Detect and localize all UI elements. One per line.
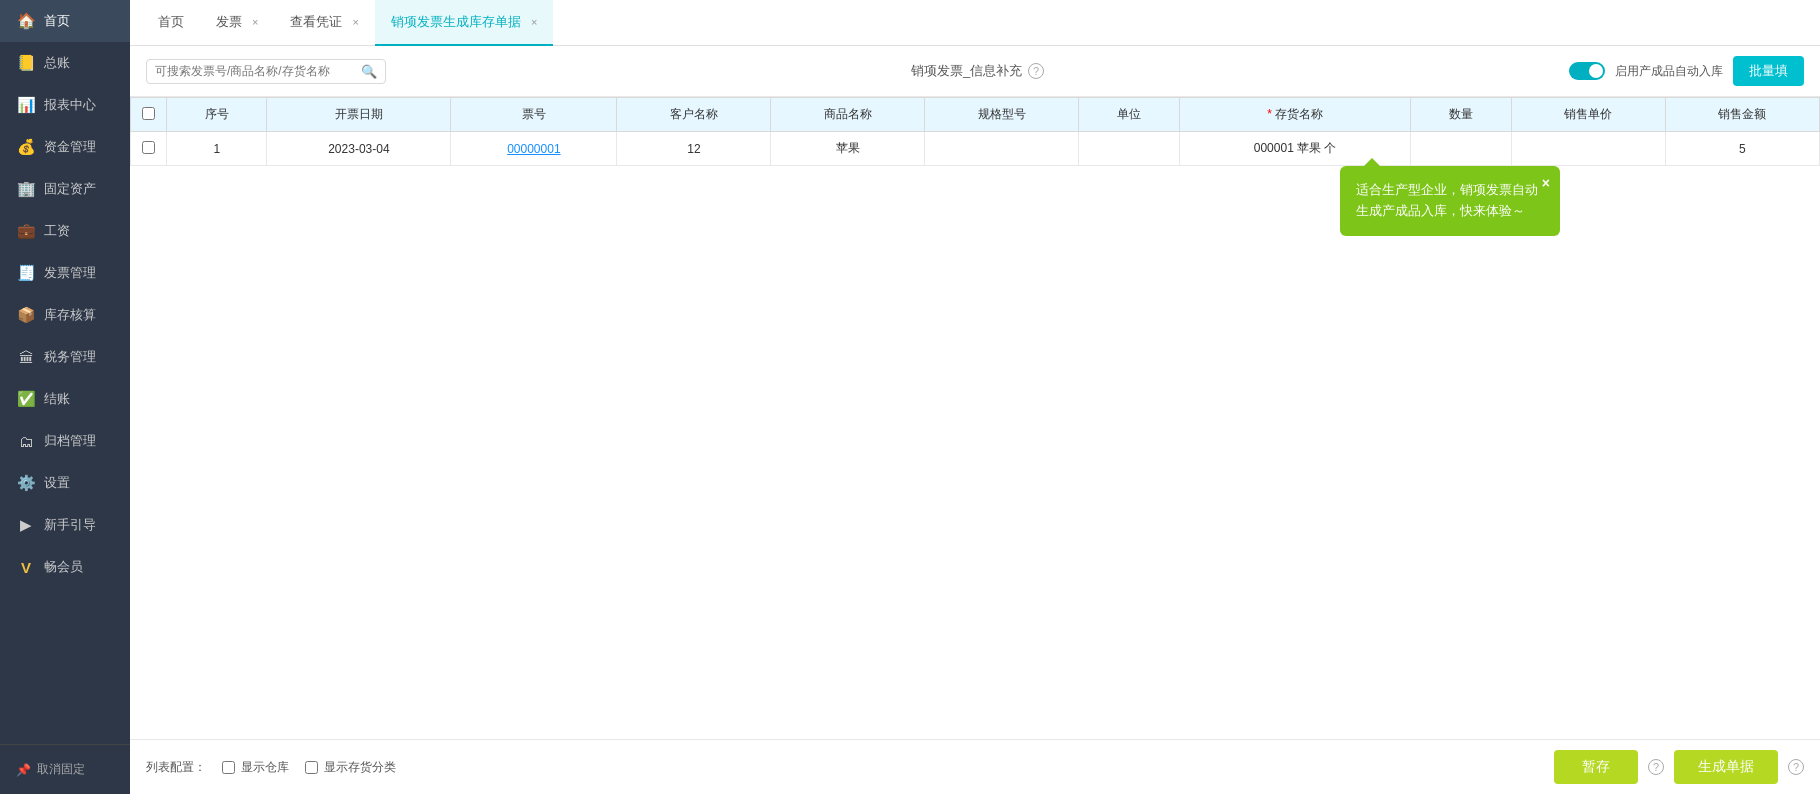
batch-fill-button[interactable]: 批量填 [1733,56,1804,86]
tab-cancel-invoice[interactable]: 销项发票生成库存单据 × [375,0,553,46]
table-body: 1 2023-03-04 00000001 12 苹果 000001 苹果 个 … [131,132,1820,166]
row-checkbox-0[interactable] [142,141,155,154]
header-amount: 销售金额 [1665,98,1819,132]
table-container: 序号 开票日期 票号 客户名称 商品名称 规格型号 单位 存货名称 数量 销售单… [130,97,1820,739]
tab-invoice[interactable]: 发票 × [200,0,274,46]
header-seq: 序号 [167,98,267,132]
header-inventory: 存货名称 [1179,98,1411,132]
sidebar-item-inventory-check[interactable]: 📦 库存核算 [0,294,130,336]
sidebar-bottom: 📌 取消固定 [0,744,130,794]
tab-view-voucher-close[interactable]: × [352,16,358,28]
sidebar-item-fixed-assets[interactable]: 🏢 固定资产 [0,168,130,210]
sidebar-item-member[interactable]: V 畅会员 [0,546,130,588]
tax-icon: 🏛 [16,349,36,366]
sidebar: 🏠 首页 📒 总账 📊 报表中心 💰 资金管理 🏢 固定资产 💼 工资 🧾 发票… [0,0,130,794]
list-config-label: 列表配置： [146,759,206,776]
fund-icon: 💰 [16,138,36,156]
home-icon: 🏠 [16,12,36,30]
header-date: 开票日期 [267,98,451,132]
cell-qty [1411,132,1511,166]
report-icon: 📊 [16,96,36,114]
cell-unit [1079,132,1179,166]
info-icon[interactable]: ? [1028,63,1044,79]
settings-icon: ⚙️ [16,474,36,492]
tab-cancel-invoice-close[interactable]: × [531,16,537,28]
save-button[interactable]: 暂存 [1554,750,1638,784]
show-warehouse-checkbox-label[interactable]: 显示仓库 [222,759,289,776]
header-ticket-no: 票号 [451,98,617,132]
cell-spec [925,132,1079,166]
auto-stock-toggle[interactable] [1569,62,1605,80]
sidebar-item-settings[interactable]: ⚙️ 设置 [0,462,130,504]
tab-invoice-close[interactable]: × [252,16,258,28]
tab-home[interactable]: 首页 [142,0,200,46]
sidebar-item-home[interactable]: 🏠 首页 [0,0,130,42]
sidebar-item-new-guide[interactable]: ▶ 新手引导 [0,504,130,546]
table-header-row: 序号 开票日期 票号 客户名称 商品名称 规格型号 单位 存货名称 数量 销售单… [131,98,1820,132]
tab-view-voucher[interactable]: 查看凭证 × [274,0,374,46]
search-icon: 🔍 [361,64,377,79]
select-all-checkbox[interactable] [142,107,155,120]
main-area: 首页 发票 × 查看凭证 × 销项发票生成库存单据 × 🔍 销项发票_信息补充 … [130,0,1820,794]
settlement-icon: ✅ [16,390,36,408]
sidebar-item-labor[interactable]: 💼 工资 [0,210,130,252]
header-customer: 客户名称 [617,98,771,132]
tooltip-popup: × 适合生产型企业，销项发票自动生成产成品入库，快来体验～ [1340,166,1560,236]
inventory-icon: 📦 [16,306,36,324]
unpin-button[interactable]: 📌 取消固定 [0,753,130,786]
search-box[interactable]: 🔍 [146,59,386,84]
sidebar-item-invoice-mgmt[interactable]: 🧾 发票管理 [0,252,130,294]
labor-icon: 💼 [16,222,36,240]
generate-button[interactable]: 生成单据 [1674,750,1778,784]
cell-price [1511,132,1665,166]
sidebar-item-tax-mgmt[interactable]: 🏛 税务管理 [0,336,130,378]
member-icon: V [16,559,36,576]
cell-date: 2023-03-04 [267,132,451,166]
bottom-bar: 列表配置： 显示仓库 显示存货分类 暂存 ? 生成单据 ? [130,739,1820,794]
data-table: 序号 开票日期 票号 客户名称 商品名称 规格型号 单位 存货名称 数量 销售单… [130,97,1820,166]
cell-ticket-no: 00000001 [451,132,617,166]
cell-seq: 1 [167,132,267,166]
header-unit: 单位 [1079,98,1179,132]
archive-icon: 🗂 [16,433,36,450]
cell-product: 苹果 [771,132,925,166]
cell-customer: 12 [617,132,771,166]
show-category-checkbox-label[interactable]: 显示存货分类 [305,759,396,776]
save-info-icon[interactable]: ? [1648,759,1664,775]
header-product: 商品名称 [771,98,925,132]
show-category-checkbox[interactable] [305,761,318,774]
guide-icon: ▶ [16,516,36,534]
toolbar: 🔍 销项发票_信息补充 ? 启用产成品自动入库 批量填 [130,46,1820,97]
invoice-icon: 🧾 [16,264,36,282]
tooltip-close-button[interactable]: × [1542,172,1550,194]
sidebar-item-archive-mgmt[interactable]: 🗂 归档管理 [0,420,130,462]
header-checkbox-cell [131,98,167,132]
show-warehouse-checkbox[interactable] [222,761,235,774]
cell-amount: 5 [1665,132,1819,166]
row-checkbox-cell [131,132,167,166]
sidebar-item-report-center[interactable]: 📊 报表中心 [0,84,130,126]
header-spec: 规格型号 [925,98,1079,132]
ticket-link[interactable]: 00000001 [507,142,560,156]
header-price: 销售单价 [1511,98,1665,132]
building-icon: 🏢 [16,180,36,198]
sidebar-item-general-ledger[interactable]: 📒 总账 [0,42,130,84]
header-qty: 数量 [1411,98,1511,132]
info-section: 销项发票_信息补充 ? [396,62,1559,80]
sidebar-item-settlement[interactable]: ✅ 结账 [0,378,130,420]
ledger-icon: 📒 [16,54,36,72]
content-area: 🔍 销项发票_信息补充 ? 启用产成品自动入库 批量填 [130,46,1820,794]
table-row: 1 2023-03-04 00000001 12 苹果 000001 苹果 个 … [131,132,1820,166]
bottom-actions: 暂存 ? 生成单据 ? [1554,750,1804,784]
tab-bar: 首页 发票 × 查看凭证 × 销项发票生成库存单据 × [130,0,1820,46]
sidebar-item-fund-mgmt[interactable]: 💰 资金管理 [0,126,130,168]
pin-icon: 📌 [16,763,31,777]
generate-info-icon[interactable]: ? [1788,759,1804,775]
search-input[interactable] [155,64,361,78]
toolbar-right: 启用产成品自动入库 批量填 [1569,56,1804,86]
